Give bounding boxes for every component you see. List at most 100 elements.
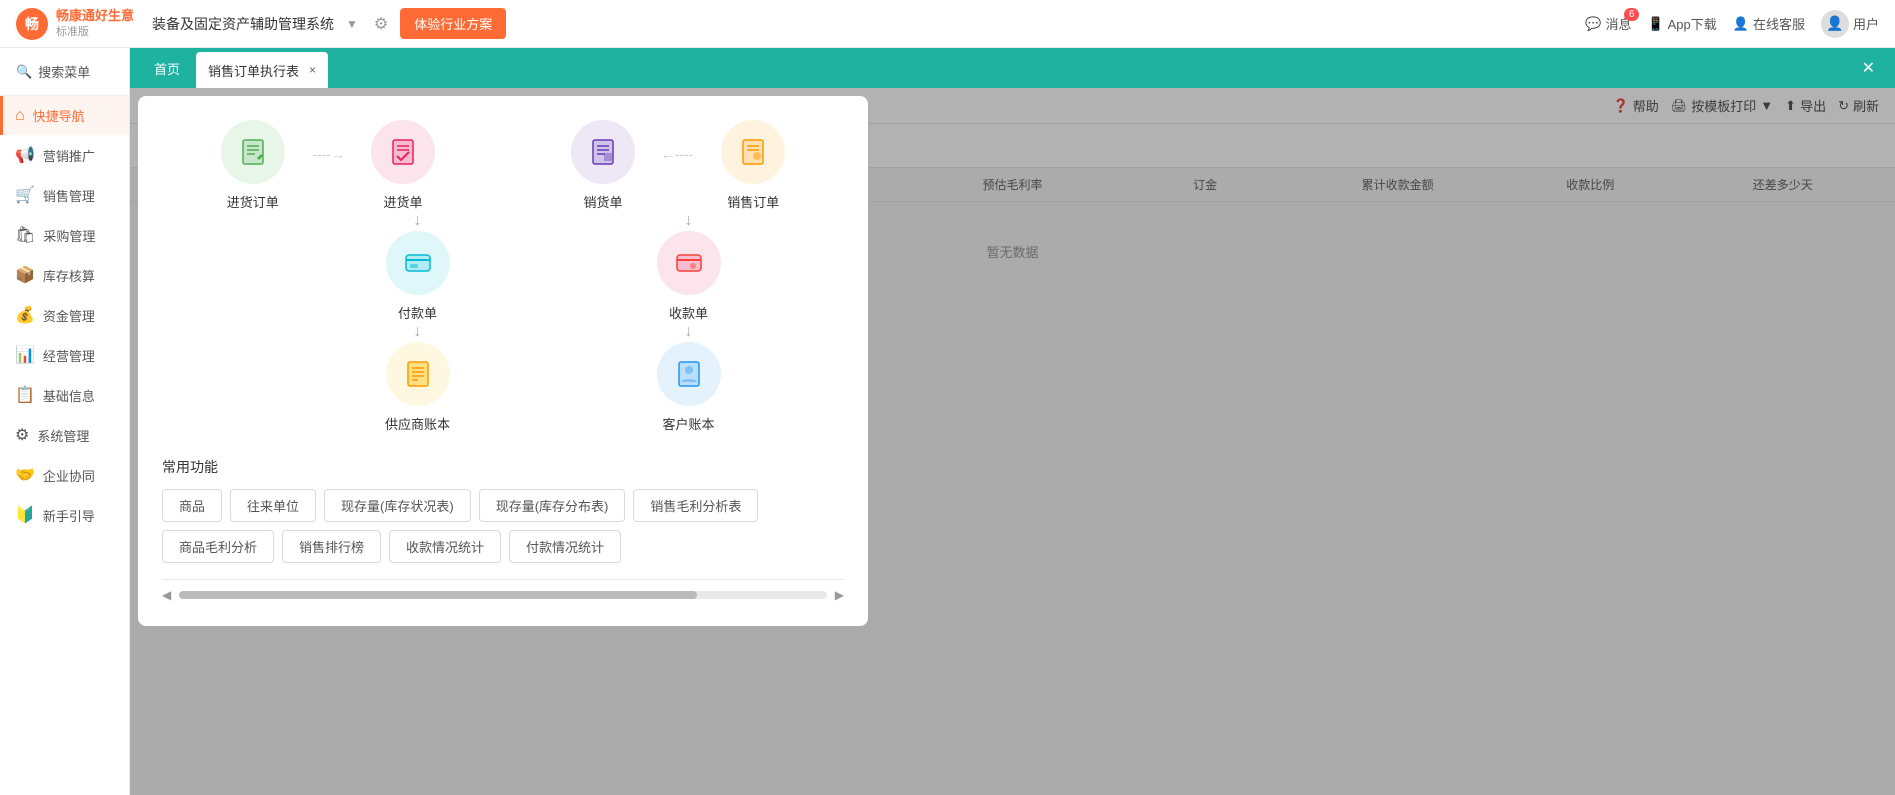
common-function-btn[interactable]: 商品毛利分析 — [162, 530, 274, 563]
supplier-ledger-circle[interactable] — [386, 342, 450, 406]
common-function-btn[interactable]: 现存量(库存状况表) — [324, 489, 471, 522]
flow-item-payment: 付款单 — [358, 231, 478, 322]
flow-item-sale-order: 销售订单 — [693, 120, 813, 211]
sidebar: 🔍 搜索菜单 ⌂ 快捷导航 📢 营销推广 🛒销售管理 🛍 采购管理 📦库存核算💰资金管理📊经营… — [0, 48, 130, 795]
logo-area: 畅 畅康通好生意 标准版 — [16, 8, 136, 40]
tab-sales-order[interactable]: 销售订单执行表 × — [196, 52, 328, 88]
customer-ledger-label: 客户账本 — [662, 414, 714, 433]
sidebar-item-purchase[interactable]: 🛍 采购管理 — [0, 215, 129, 255]
sidebar-item-system[interactable]: ⚙系统管理 — [0, 415, 129, 455]
sidebar-item-marketing[interactable]: 📢 营销推广 — [0, 135, 129, 175]
common-function-btn[interactable]: 销售毛利分析表 — [633, 489, 758, 522]
modal-overlay: 进货订单 - - - - → 进货单 — [130, 88, 1895, 795]
payment-label: 付款单 — [398, 303, 437, 322]
nav-label-enterprise: 企业协同 — [43, 466, 95, 485]
sidebar-item-basic-info[interactable]: 📋 基础信息 — [0, 375, 129, 415]
customer-ledger-circle[interactable] — [657, 342, 721, 406]
nav-label-inventory: 库存核算 — [43, 266, 95, 285]
tab-home[interactable]: 首页 — [138, 48, 196, 88]
content-inner: ❓ 帮助 🖨 按模板打印 ▼ ⬆ 导出 ↻ — [130, 88, 1895, 795]
app-download-btn[interactable]: 📱 App下载 — [1647, 14, 1716, 33]
scroll-thumb — [179, 591, 697, 599]
sidebar-nav: ⌂ 快捷导航 📢 营销推广 🛒销售管理 🛍 采购管理 📦库存核算💰资金管理📊经营管理 📋 基础信息… — [0, 96, 129, 535]
nav-icon-quick-nav: ⌂ — [15, 107, 25, 125]
nav-icon-newbie: 🔰 — [15, 505, 35, 525]
nav-icon-purchase: 🛍 — [15, 225, 35, 245]
common-function-btn[interactable]: 往来单位 — [230, 489, 316, 522]
phone-icon: 📱 — [1647, 16, 1663, 32]
nav-label-quick-nav: 快捷导航 — [33, 106, 85, 125]
flow-row-top: 进货订单 - - - - → 进货单 — [193, 120, 813, 211]
scroll-right-icon[interactable]: ▶ — [835, 588, 844, 602]
common-btns: 商品往来单位现存量(库存状况表)现存量(库存分布表)销售毛利分析表商品毛利分析销… — [162, 489, 844, 563]
logo-text: 畅康通好生意 标准版 — [56, 8, 134, 39]
service-icon: 👤 — [1733, 16, 1749, 32]
user-menu[interactable]: 👤 用户 — [1821, 10, 1879, 38]
scroll-left-icon[interactable]: ◀ — [162, 588, 171, 602]
message-badge: 6 — [1624, 8, 1640, 21]
user-avatar: 👤 — [1821, 10, 1849, 38]
common-function-btn[interactable]: 现存量(库存分布表) — [479, 489, 626, 522]
nav-icon-basic-info: 📋 — [15, 385, 35, 405]
tab-close-icon[interactable]: × — [309, 63, 316, 77]
sale-bill-label: 销货单 — [583, 192, 622, 211]
common-function-btn[interactable]: 商品 — [162, 489, 222, 522]
close-all-btn[interactable]: ✕ — [1850, 58, 1887, 78]
nav-icon-finance: 💰 — [15, 305, 35, 325]
message-icon: 💬 — [1585, 16, 1601, 32]
scroll-area: ◀ ▶ — [162, 579, 844, 602]
sale-order-label: 销售订单 — [727, 192, 779, 211]
nav-icon-enterprise: 🤝 — [15, 465, 35, 485]
sidebar-item-operations[interactable]: 📊经营管理 — [0, 335, 129, 375]
purchase-order-circle[interactable] — [221, 120, 285, 184]
system-title: 装备及固定资产辅助管理系统 — [152, 14, 334, 34]
sidebar-item-newbie[interactable]: 🔰 新手引导 — [0, 495, 129, 535]
sidebar-item-enterprise[interactable]: 🤝 企业协同 — [0, 455, 129, 495]
sidebar-item-quick-nav[interactable]: ⌂ 快捷导航 — [0, 96, 129, 135]
nav-label-newbie: 新手引导 — [43, 506, 95, 525]
flow-modal: 进货订单 - - - - → 进货单 — [138, 96, 868, 626]
common-function-btn[interactable]: 销售排行榜 — [282, 530, 381, 563]
settings-icon[interactable]: ⚙ — [374, 14, 388, 34]
receipt-circle[interactable] — [657, 231, 721, 295]
sidebar-search: 🔍 搜索菜单 — [0, 48, 129, 96]
purchase-bill-circle[interactable] — [371, 120, 435, 184]
dropdown-arrow-icon[interactable]: ▼ — [346, 17, 358, 31]
sale-bill-circle[interactable] — [571, 120, 635, 184]
flow-diagram: 进货订单 - - - - → 进货单 — [162, 120, 844, 433]
receipt-label: 收款单 — [669, 303, 708, 322]
flow-item-sale-bill: 销货单 — [543, 120, 663, 211]
payment-circle[interactable] — [386, 231, 450, 295]
common-functions: 常用功能 商品往来单位现存量(库存状况表)现存量(库存分布表)销售毛利分析表商品… — [162, 457, 844, 563]
flow-item-supplier-ledger: 供应商账本 — [358, 342, 478, 433]
search-icon: 🔍 — [16, 64, 32, 80]
arrow-h2: - - - - → — [663, 146, 693, 162]
search-menu-btn[interactable]: 🔍 搜索菜单 — [8, 56, 121, 87]
sidebar-item-sales[interactable]: 🛒销售管理 — [0, 175, 129, 215]
flow-item-customer-ledger: 客户账本 — [629, 342, 749, 433]
main-area: 🔍 搜索菜单 ⌂ 快捷导航 📢 营销推广 🛒销售管理 🛍 采购管理 📦库存核算💰资金管理📊经营… — [0, 48, 1895, 795]
nav-label-marketing: 营销推广 — [43, 146, 95, 165]
common-functions-title: 常用功能 — [162, 457, 844, 477]
tab-bar: 首页 销售订单执行表 × ✕ — [130, 48, 1895, 88]
nav-label-basic-info: 基础信息 — [43, 386, 95, 405]
message-btn[interactable]: 💬 消息 6 — [1585, 14, 1631, 33]
supplier-ledger-label: 供应商账本 — [385, 414, 450, 433]
nav-label-operations: 经营管理 — [43, 346, 95, 365]
scroll-track[interactable] — [179, 591, 827, 599]
flow-item-receipt: 收款单 — [629, 231, 749, 322]
nav-icon-marketing: 📢 — [15, 145, 35, 165]
common-function-btn[interactable]: 付款情况统计 — [509, 530, 621, 563]
sale-order-circle[interactable] — [721, 120, 785, 184]
top-right-actions: 💬 消息 6 📱 App下载 👤 在线客服 👤 用户 — [1585, 10, 1879, 38]
nav-icon-sales: 🛒 — [15, 185, 35, 205]
online-service-btn[interactable]: 👤 在线客服 — [1733, 14, 1805, 33]
top-bar: 畅 畅康通好生意 标准版 装备及固定资产辅助管理系统 ▼ ⚙ 体验行业方案 💬 … — [0, 0, 1895, 48]
nav-icon-system: ⚙ — [15, 425, 29, 445]
common-function-btn[interactable]: 收款情况统计 — [389, 530, 501, 563]
sidebar-item-finance[interactable]: 💰资金管理 — [0, 295, 129, 335]
arrow-h1: - - - - → — [313, 146, 343, 162]
sidebar-item-inventory[interactable]: 📦库存核算 — [0, 255, 129, 295]
nav-label-purchase: 采购管理 — [43, 226, 95, 245]
trial-button[interactable]: 体验行业方案 — [400, 8, 506, 39]
